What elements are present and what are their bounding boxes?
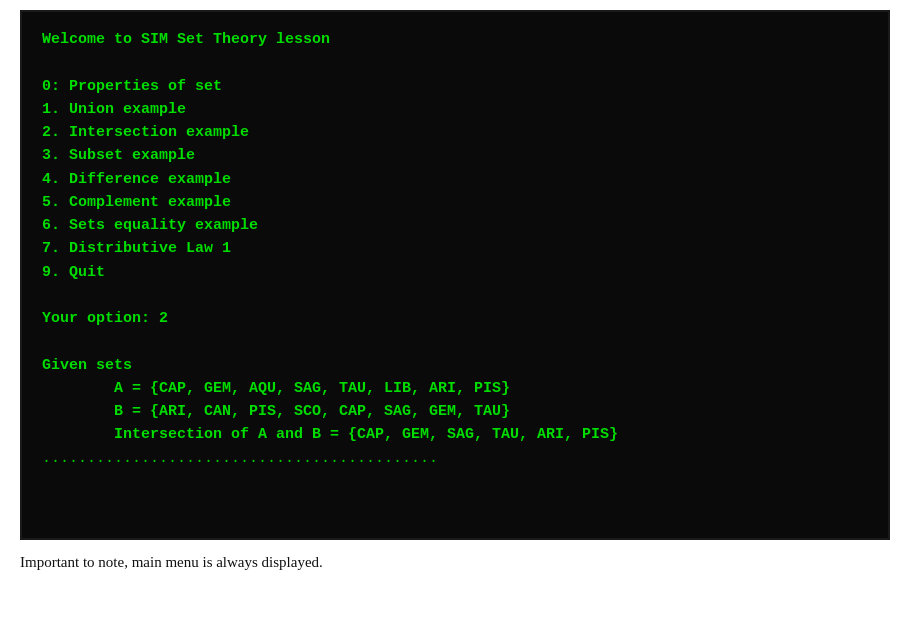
menu-label-4: Difference example [60, 171, 231, 188]
menu-number-4: 4 [42, 171, 51, 188]
menu-label-3: Subset example [60, 147, 195, 164]
menu-label-8: Quit [60, 264, 105, 281]
menu-item-6: 6. Sets equality example [42, 214, 868, 237]
menu-sep-3: . [51, 147, 60, 164]
menu-sep-6: . [51, 217, 60, 234]
set-b-line: B = {ARI, CAN, PIS, SCO, CAP, SAG, GEM, … [42, 400, 868, 423]
menu-item-5: 5. Complement example [42, 191, 868, 214]
menu-item-4: 4. Difference example [42, 168, 868, 191]
menu-item-8: 9. Quit [42, 261, 868, 284]
menu-number-3: 3 [42, 147, 51, 164]
menu-item-7: 7. Distributive Law 1 [42, 237, 868, 260]
blank-line-3 [42, 330, 868, 353]
menu-number-7: 7 [42, 240, 51, 257]
blank-line-1 [42, 51, 868, 74]
caption: Important to note, main menu is always d… [20, 550, 883, 571]
blank-line-2 [42, 284, 868, 307]
menu-item-3: 3. Subset example [42, 144, 868, 167]
prompt-line: Your option: 2 [42, 307, 868, 330]
menu-item-2: 2. Intersection example [42, 121, 868, 144]
menu-sep-2: . [51, 124, 60, 141]
menu-item-1: 1. Union example [42, 98, 868, 121]
terminal: Welcome to SIM Set Theory lesson 0: Prop… [20, 10, 890, 540]
menu-sep-5: . [51, 194, 60, 211]
menu-label-2: Intersection example [60, 124, 249, 141]
dotted-separator: ........................................… [42, 447, 868, 470]
menu-number-5: 5 [42, 194, 51, 211]
intersection-line: Intersection of A and B = {CAP, GEM, SAG… [42, 423, 868, 446]
menu-number-0: 0 [42, 78, 51, 95]
welcome-line: Welcome to SIM Set Theory lesson [42, 28, 868, 51]
menu-sep-0: : [51, 78, 60, 95]
menu-number-2: 2 [42, 124, 51, 141]
menu-sep-8: . [51, 264, 60, 281]
menu-number-8: 9 [42, 264, 51, 281]
set-a-line: A = {CAP, GEM, AQU, SAG, TAU, LIB, ARI, … [42, 377, 868, 400]
menu-sep-4: . [51, 171, 60, 188]
menu-label-5: Complement example [60, 194, 231, 211]
menu-number-6: 6 [42, 217, 51, 234]
menu-label-1: Union example [60, 101, 186, 118]
given-sets-label: Given sets [42, 354, 868, 377]
menu-sep-7: . [51, 240, 60, 257]
menu-label-7: Distributive Law 1 [60, 240, 231, 257]
menu-label-6: Sets equality example [60, 217, 258, 234]
menu-item-0: 0: Properties of set [42, 75, 868, 98]
menu-number-1: 1 [42, 101, 51, 118]
menu-label-0: Properties of set [60, 78, 222, 95]
menu-sep-1: . [51, 101, 60, 118]
